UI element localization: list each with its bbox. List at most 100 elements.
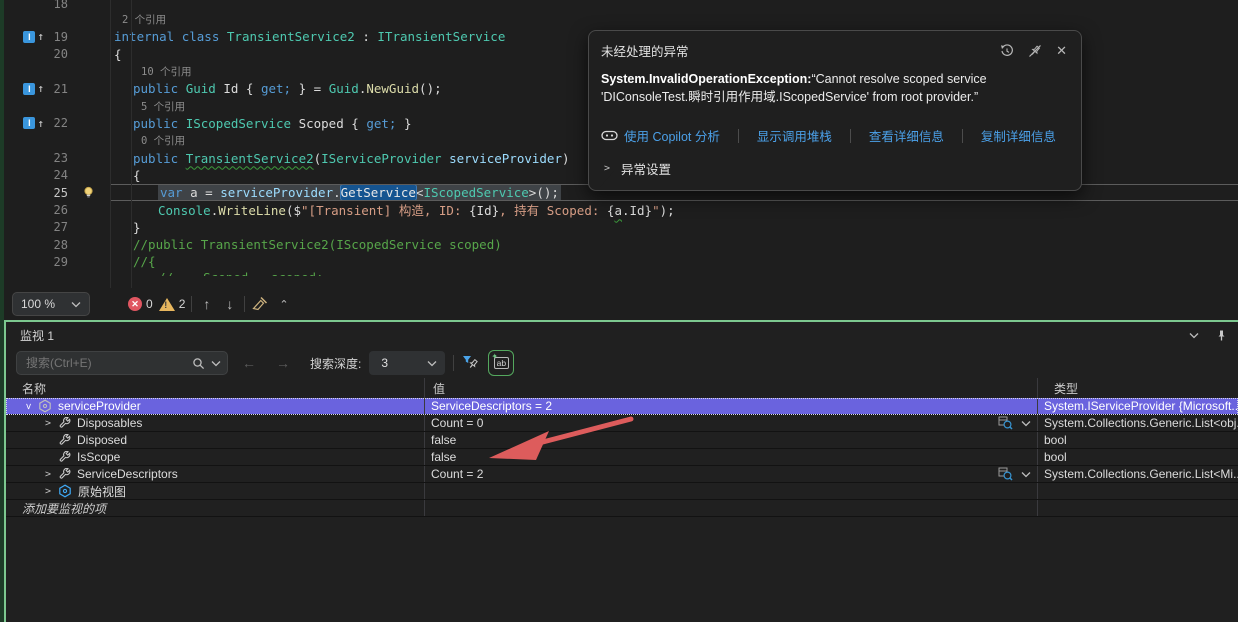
watch-name-cell[interactable]: > 原始视图: [6, 483, 425, 499]
zoom-level: 100 %: [21, 297, 56, 311]
watch-item-type: System.Collections.Generic.List<Mi...: [1044, 467, 1238, 481]
next-issue-icon[interactable]: ↓: [221, 296, 238, 312]
implements-interface-icon[interactable]: I: [23, 30, 36, 43]
exception-popup-pointer: [600, 171, 614, 187]
unpin-icon[interactable]: [1028, 44, 1042, 58]
watch-item-type: bool: [1044, 450, 1067, 464]
search-back-icon[interactable]: ←: [236, 355, 262, 371]
watch-item-value: Count = 2: [431, 467, 484, 481]
watch-row[interactable]: > Disposables Count = 0 System.Collections.…: [6, 415, 1238, 432]
code-text: public Guid Id { get; } = Guid.NewGuid()…: [133, 81, 442, 97]
column-header-name[interactable]: 名称: [6, 378, 425, 398]
exception-settings-expander[interactable]: > 异常设置: [601, 159, 1067, 178]
search-icon[interactable]: [192, 357, 205, 370]
exception-action-link[interactable]: 查看详细信息: [869, 126, 944, 145]
exception-action-link[interactable]: 显示调用堆栈: [757, 126, 832, 145]
watch-item-type: System.IServiceProvider {Microsoft....: [1044, 399, 1238, 413]
watch-name-cell[interactable]: > ServiceDescriptors: [6, 466, 425, 482]
visualizer-icon[interactable]: [998, 416, 1013, 430]
codelens-references: 10 个引用: [141, 66, 192, 79]
watch-row[interactable]: > 原始视图: [6, 483, 1238, 500]
lightbulb-icon[interactable]: [82, 186, 95, 199]
code-text: {: [114, 46, 122, 62]
window-menu-chevron-icon[interactable]: [1189, 332, 1199, 339]
visualizer-chevron-icon[interactable]: [1021, 471, 1031, 478]
watch-item-name: ServiceDescriptors: [77, 467, 178, 481]
watch-row[interactable]: > ServiceDescriptors Count = 2 System.Colle…: [6, 466, 1238, 483]
implements-interface-icon[interactable]: I: [23, 117, 36, 130]
code-line: 26 Console.WriteLine($"[Transient] 构造, ID…: [4, 201, 1238, 219]
action-label: 查看详细信息: [868, 130, 944, 144]
column-header-value[interactable]: 值: [425, 378, 1038, 398]
collapse-chevron-icon[interactable]: ⌃: [274, 298, 293, 311]
visualizer-chevron-icon[interactable]: [1021, 420, 1031, 427]
exception-action-link[interactable]: 复制详细信息: [981, 126, 1056, 145]
watch-name-cell[interactable]: > Disposables: [6, 415, 425, 431]
previous-issue-icon[interactable]: ↑: [198, 296, 215, 312]
watch-value-cell[interactable]: false: [425, 432, 1038, 448]
history-icon[interactable]: [1000, 43, 1014, 58]
implements-interface-icon[interactable]: I: [23, 82, 36, 95]
separator: [191, 296, 193, 312]
line-number: 24: [53, 168, 68, 183]
text-display-toggle[interactable]: ✦ ab: [488, 350, 515, 376]
exception-action-link[interactable]: 使用 Copilot 分析: [601, 126, 720, 145]
exception-settings-label: 异常设置: [621, 163, 672, 177]
visualizer-icon[interactable]: [998, 467, 1013, 481]
expand-chevron-icon[interactable]: >: [42, 469, 54, 480]
close-icon[interactable]: ✕: [1056, 43, 1067, 59]
watch-name-cell[interactable]: Disposed: [6, 432, 425, 448]
watch-row[interactable]: IsScope false bool: [6, 449, 1238, 466]
codelens-references: 0 个引用: [141, 135, 186, 148]
object-icon: [38, 399, 52, 413]
expand-chevron-icon[interactable]: >: [42, 486, 54, 497]
code-cleanup-broom-icon[interactable]: [251, 296, 268, 312]
watch-value-cell[interactable]: ServiceDescriptors = 2: [425, 398, 1038, 414]
watch-add-row[interactable]: 添加要监视的项: [6, 500, 1238, 517]
watch-type-cell: bool: [1038, 449, 1238, 465]
search-options-chevron-icon[interactable]: [211, 360, 221, 367]
separator: [244, 296, 246, 312]
action-label: 复制详细信息: [980, 130, 1056, 144]
line-number: 27: [53, 220, 68, 235]
code-text: public IScopedService Scoped { get; }: [133, 115, 412, 131]
pin-icon[interactable]: [1215, 329, 1228, 342]
code-line: // Scoped = scoped;: [4, 270, 1238, 276]
watch-name-cell[interactable]: 添加要监视的项: [6, 500, 425, 516]
watch-search-box[interactable]: [16, 351, 228, 375]
collapse-chevron-icon[interactable]: >: [23, 400, 34, 412]
watch-item-value: false: [431, 433, 457, 447]
search-input[interactable]: [26, 356, 192, 370]
watch-value-cell[interactable]: false: [425, 449, 1038, 465]
watch-item-value: ServiceDescriptors = 2: [431, 399, 553, 413]
separator: [453, 355, 455, 371]
zoom-dropdown[interactable]: 100 %: [12, 292, 90, 316]
pin-filter-icon[interactable]: [462, 355, 480, 371]
code-text: //public TransientService2(IScopedServic…: [133, 237, 502, 252]
search-forward-icon[interactable]: →: [270, 355, 296, 371]
column-header-type[interactable]: 类型: [1038, 378, 1238, 398]
watch-value-cell[interactable]: Count = 0: [425, 415, 1038, 431]
watch-row[interactable]: > serviceProvider ServiceDescriptors = 2 Sy…: [6, 398, 1238, 415]
watch-name-cell[interactable]: IsScope: [6, 449, 425, 465]
watch-name-cell[interactable]: > serviceProvider: [6, 398, 425, 414]
watch-value-cell[interactable]: [425, 483, 1038, 499]
warning-badge[interactable]: 2: [158, 297, 185, 311]
watch-toolbar: ← → 搜索深度: 3 ✦ ab: [6, 348, 1238, 378]
editor-status-bar: 100 % ✕ 0 2 ↑ ↓ ⌃: [4, 288, 1238, 320]
object-blue-icon: [58, 484, 72, 498]
watch-row[interactable]: Disposed false bool: [6, 432, 1238, 449]
line-number: 26: [53, 202, 68, 217]
code-text: public TransientService2(IServiceProvide…: [133, 150, 570, 166]
error-badge[interactable]: ✕ 0: [128, 297, 153, 311]
action-label: 使用 Copilot 分析: [624, 130, 720, 144]
separator: [961, 128, 963, 143]
separator: [849, 128, 851, 143]
line-number: 19: [53, 29, 68, 44]
line-number: 25: [53, 185, 68, 200]
expand-chevron-icon[interactable]: >: [42, 418, 54, 429]
search-depth-dropdown[interactable]: 3: [369, 351, 446, 375]
codelens-row: 2 个引用: [4, 11, 1238, 28]
watch-value-cell[interactable]: [425, 500, 1038, 516]
watch-value-cell[interactable]: Count = 2: [425, 466, 1038, 482]
